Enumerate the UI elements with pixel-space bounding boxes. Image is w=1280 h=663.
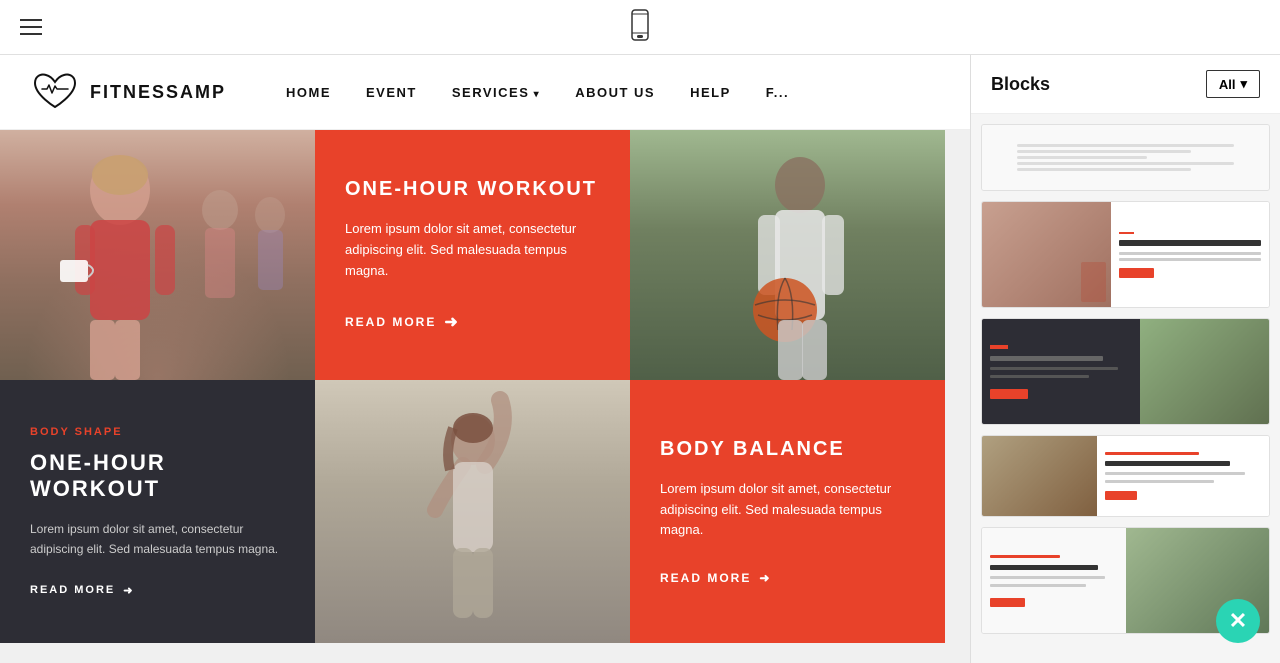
thumb-5-left [982,528,1126,633]
woman-silhouette [0,130,315,380]
thumb-tag [1119,232,1134,234]
content-grid: ONE-HOUR WORKOUT Lorem ipsum dolor sit a… [0,130,970,643]
thumb-1-content [982,125,1269,190]
arrow-icon-dark: ➜ [123,584,134,597]
thumb-title-sm [1105,461,1230,466]
thumb-btn [990,598,1025,607]
all-dropdown[interactable]: All ▾ [1206,70,1260,98]
nav-help[interactable]: HELP [690,85,731,100]
dropdown-arrow-icon: ▾ [1240,76,1247,92]
thumb-2-content [982,202,1269,307]
thumb-text [990,576,1105,579]
yoga-silhouette [315,380,630,643]
hamburger-menu[interactable] [20,19,42,35]
basketball-silhouette [630,130,945,380]
site-preview: FITNESSAMP HOME EVENT SERVICES ABOUT US … [0,55,970,663]
thumb-text-sm [1105,472,1246,475]
top-bar [0,0,1280,55]
block-thumb-1[interactable] [981,124,1270,191]
block-thumb-3[interactable] [981,318,1270,425]
cell-dark: BODY SHAPE ONE-HOUR WORKOUT Lorem ipsum … [0,380,315,643]
thumb-tag-sm [1105,452,1199,455]
read-more-top[interactable]: READ MORE ➜ [345,312,600,332]
arrow-icon-bottom: ➜ [759,571,771,585]
sidebar-header: Blocks All ▾ [971,55,1280,114]
logo-area: FITNESSAMP [30,67,226,117]
nav-home[interactable]: HOME [286,85,331,100]
nav-bar: FITNESSAMP HOME EVENT SERVICES ABOUT US … [0,55,970,130]
cell-red-top: ONE-HOUR WORKOUT Lorem ipsum dolor sit a… [315,130,630,380]
thumb-line [1017,144,1234,147]
body-shape-tag: BODY SHAPE [30,426,285,438]
sidebar-title: Blocks [991,74,1050,95]
nav-extra[interactable]: F... [766,85,789,100]
read-more-bottom[interactable]: READ MORE ➜ [660,571,915,585]
thumb-btn-sm [1105,491,1137,500]
thumb-img-sm [982,436,1097,516]
thumb-line [1017,156,1147,159]
balance-title: BODY BALANCE [660,438,915,461]
woman-mug-bg [0,130,315,380]
cell-basketball-image [630,130,945,380]
thumb-4-right [1097,436,1269,516]
thumb-line [1017,162,1234,165]
basketball-bg [630,130,945,380]
block-thumb-2[interactable] [981,201,1270,308]
block-thumb-4[interactable] [981,435,1270,517]
thumb-text [1119,252,1261,255]
thumb-text [1119,258,1261,261]
dark-body: Lorem ipsum dolor sit amet, consectetur … [30,520,285,558]
nav-services[interactable]: SERVICES [452,85,540,100]
thumb-text-sm [1105,480,1214,483]
yoga-bg [315,380,630,643]
thumb-btn [1119,268,1154,278]
close-button[interactable]: ✕ [1216,599,1260,643]
thumb-line [1017,150,1190,153]
nav-about[interactable]: ABOUT US [575,85,655,100]
phone-icon [630,9,650,46]
cell-woman-image [0,130,315,380]
thumb-3-content [982,319,1269,424]
workout-title: ONE-HOUR WORKOUT [345,178,600,201]
read-more-dark[interactable]: READ MORE ➜ [30,584,285,597]
thumb-text-dark [990,367,1118,370]
thumb-right-content [1111,202,1269,307]
thumb-dark-left [982,319,1140,424]
thumb-1-lines [1017,144,1234,171]
thumb-btn-dark [990,389,1028,399]
sidebar: Blocks All ▾ [970,55,1280,663]
logo-text: FITNESSAMP [90,82,226,103]
nav-links: HOME EVENT SERVICES ABOUT US HELP F... [286,85,789,100]
thumb-text-dark [990,375,1089,378]
nav-event[interactable]: EVENT [366,85,417,100]
thumb-red-tag [990,345,1008,349]
thumb-img-left [982,202,1111,307]
workout-body: Lorem ipsum dolor sit amet, consectetur … [345,219,600,281]
logo-icon [30,67,80,117]
thumb-tag [990,555,1060,558]
thumb-title [990,565,1098,570]
sidebar-scroll [971,114,1280,644]
thumb-4-content [982,436,1269,516]
main-wrapper: FITNESSAMP HOME EVENT SERVICES ABOUT US … [0,55,1280,663]
thumb-line [1017,168,1190,171]
arrow-icon: ➜ [444,312,459,332]
cell-yoga-image [315,380,630,643]
thumb-overlay [1081,262,1106,302]
thumb-title [1119,240,1261,246]
thumb-title-dark [990,356,1103,361]
cell-red-bottom: BODY BALANCE Lorem ipsum dolor sit amet,… [630,380,945,643]
thumb-img-right [1140,319,1269,424]
balance-body: Lorem ipsum dolor sit amet, consectetur … [660,479,915,541]
thumb-text [990,584,1086,587]
dark-title: ONE-HOUR WORKOUT [30,450,285,502]
